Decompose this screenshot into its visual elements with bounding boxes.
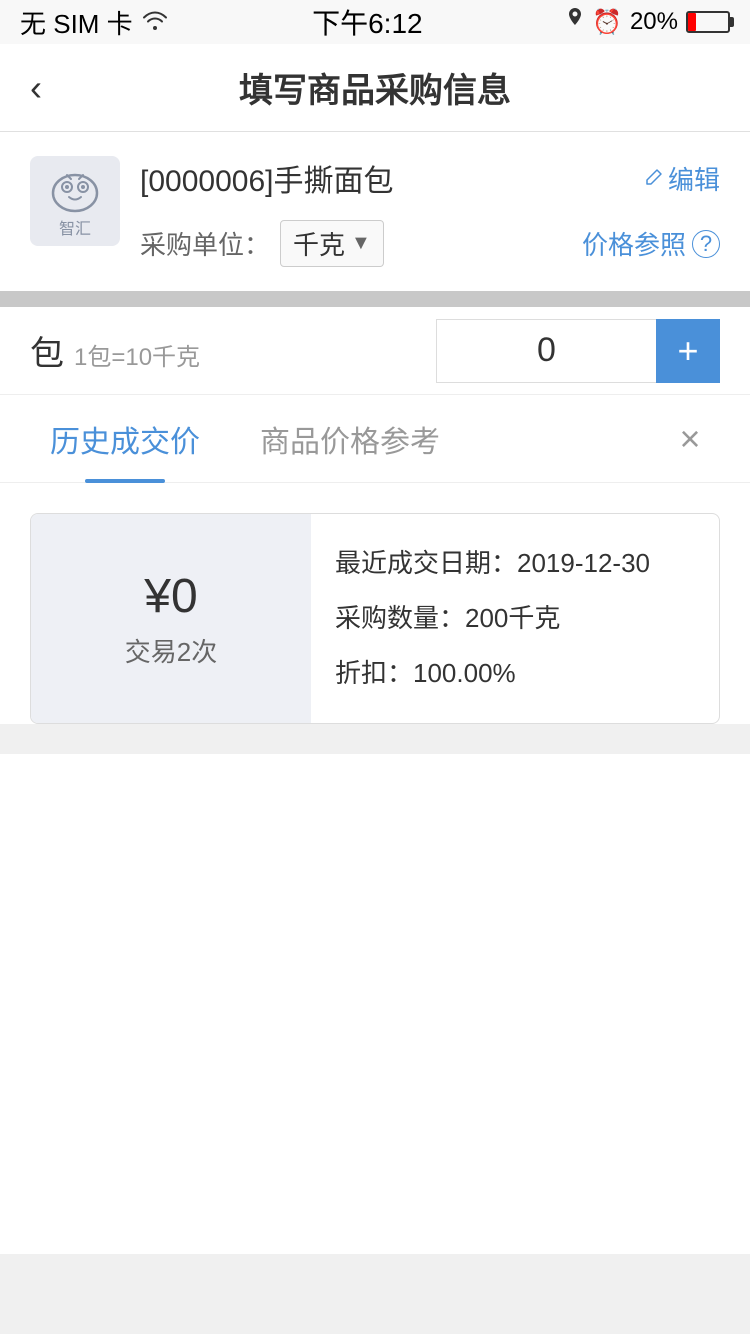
product-header: 智汇 [0000006]手撕面包 编辑 采购单位： 千克	[30, 156, 720, 267]
unit-row: 采购单位： 千克 ▼ 价格参照 ?	[140, 220, 720, 267]
quantity-control: +	[436, 319, 720, 383]
card-quantity-row: 采购数量：200千克	[335, 599, 695, 638]
unit-label: 采购单位：	[140, 225, 270, 262]
status-bar: 无 SIM 卡 下午6:12 ⏰ 20%	[0, 0, 750, 44]
edit-button[interactable]: 编辑	[642, 160, 720, 197]
price-ref-button[interactable]: 价格参照 ?	[582, 225, 720, 262]
product-thumbnail: 智汇	[30, 156, 120, 246]
status-left: 无 SIM 卡	[20, 4, 169, 41]
wifi-icon	[141, 7, 169, 38]
tabs-close-button[interactable]: ×	[660, 409, 720, 469]
date-value: 2019-12-30	[517, 548, 650, 578]
quantity-label-detail: 采购数量：	[335, 603, 465, 633]
battery-percent: 20%	[630, 8, 678, 36]
discount-label: 折扣：	[335, 658, 413, 688]
battery-fill	[688, 13, 696, 31]
unit-left: 采购单位： 千克 ▼	[140, 220, 384, 267]
chevron-down-icon: ▼	[351, 232, 371, 255]
quantity-plus-button[interactable]: +	[656, 319, 720, 383]
product-name-row: [0000006]手撕面包 编辑	[140, 156, 720, 200]
product-logo: 智汇	[47, 165, 103, 238]
tab-price-ref-label: 商品价格参考	[260, 417, 440, 461]
unit-value: 千克	[293, 225, 345, 262]
card-transaction-count: 交易2次	[125, 632, 217, 669]
carrier-label: 无 SIM 卡	[20, 4, 133, 41]
quantity-value: 200千克	[465, 603, 560, 633]
quantity-label: 包 1包=10千克	[30, 326, 200, 375]
main-content: 智汇 [0000006]手撕面包 编辑 采购单位： 千克	[0, 132, 750, 1334]
back-button[interactable]: ‹	[30, 67, 90, 109]
product-section: 智汇 [0000006]手撕面包 编辑 采购单位： 千克	[0, 132, 750, 291]
discount-value: 100.00%	[413, 658, 516, 688]
card-discount-row: 折扣：100.00%	[335, 654, 695, 693]
alarm-icon: ⏰	[592, 8, 622, 37]
unit-select[interactable]: 千克 ▼	[280, 220, 384, 267]
logo-text: 智汇	[47, 222, 103, 238]
card-left: ¥0 交易2次	[31, 514, 311, 723]
card-right: 最近成交日期：2019-12-30 采购数量：200千克 折扣：100.00%	[311, 514, 719, 723]
qty-unit: 包	[30, 326, 64, 375]
transaction-card: ¥0 交易2次 最近成交日期：2019-12-30 采购数量：200千克 折扣：…	[30, 513, 720, 724]
quantity-row: 包 1包=10千克 +	[0, 307, 750, 395]
price-ref-label: 价格参照	[582, 225, 686, 262]
status-right: ⏰ 20%	[566, 8, 730, 37]
tab-history-price[interactable]: 历史成交价	[30, 395, 220, 483]
tabs-section: 历史成交价 商品价格参考 × ¥0 交易2次 最近成交日期：2019-12-30…	[0, 395, 750, 724]
card-price: ¥0	[144, 569, 197, 624]
battery-icon	[686, 11, 730, 33]
page-title: 填写商品采购信息	[90, 63, 660, 112]
gray-divider	[0, 291, 750, 307]
nav-bar: ‹ 填写商品采购信息	[0, 44, 750, 132]
product-info: [0000006]手撕面包 编辑 采购单位： 千克 ▼	[140, 156, 720, 267]
tab-history-label: 历史成交价	[50, 417, 200, 461]
tab-price-ref[interactable]: 商品价格参考	[240, 395, 460, 483]
location-icon	[566, 8, 584, 37]
edit-label: 编辑	[668, 160, 720, 197]
empty-area	[0, 754, 750, 1254]
quantity-input[interactable]	[436, 319, 656, 383]
product-name: [0000006]手撕面包	[140, 156, 393, 200]
card-date-row: 最近成交日期：2019-12-30	[335, 544, 695, 583]
help-icon: ?	[692, 230, 720, 258]
qty-conversion: 1包=10千克	[74, 337, 200, 372]
tabs-header: 历史成交价 商品价格参考 ×	[0, 395, 750, 483]
date-label: 最近成交日期：	[335, 548, 517, 578]
status-time: 下午6:12	[312, 2, 423, 42]
